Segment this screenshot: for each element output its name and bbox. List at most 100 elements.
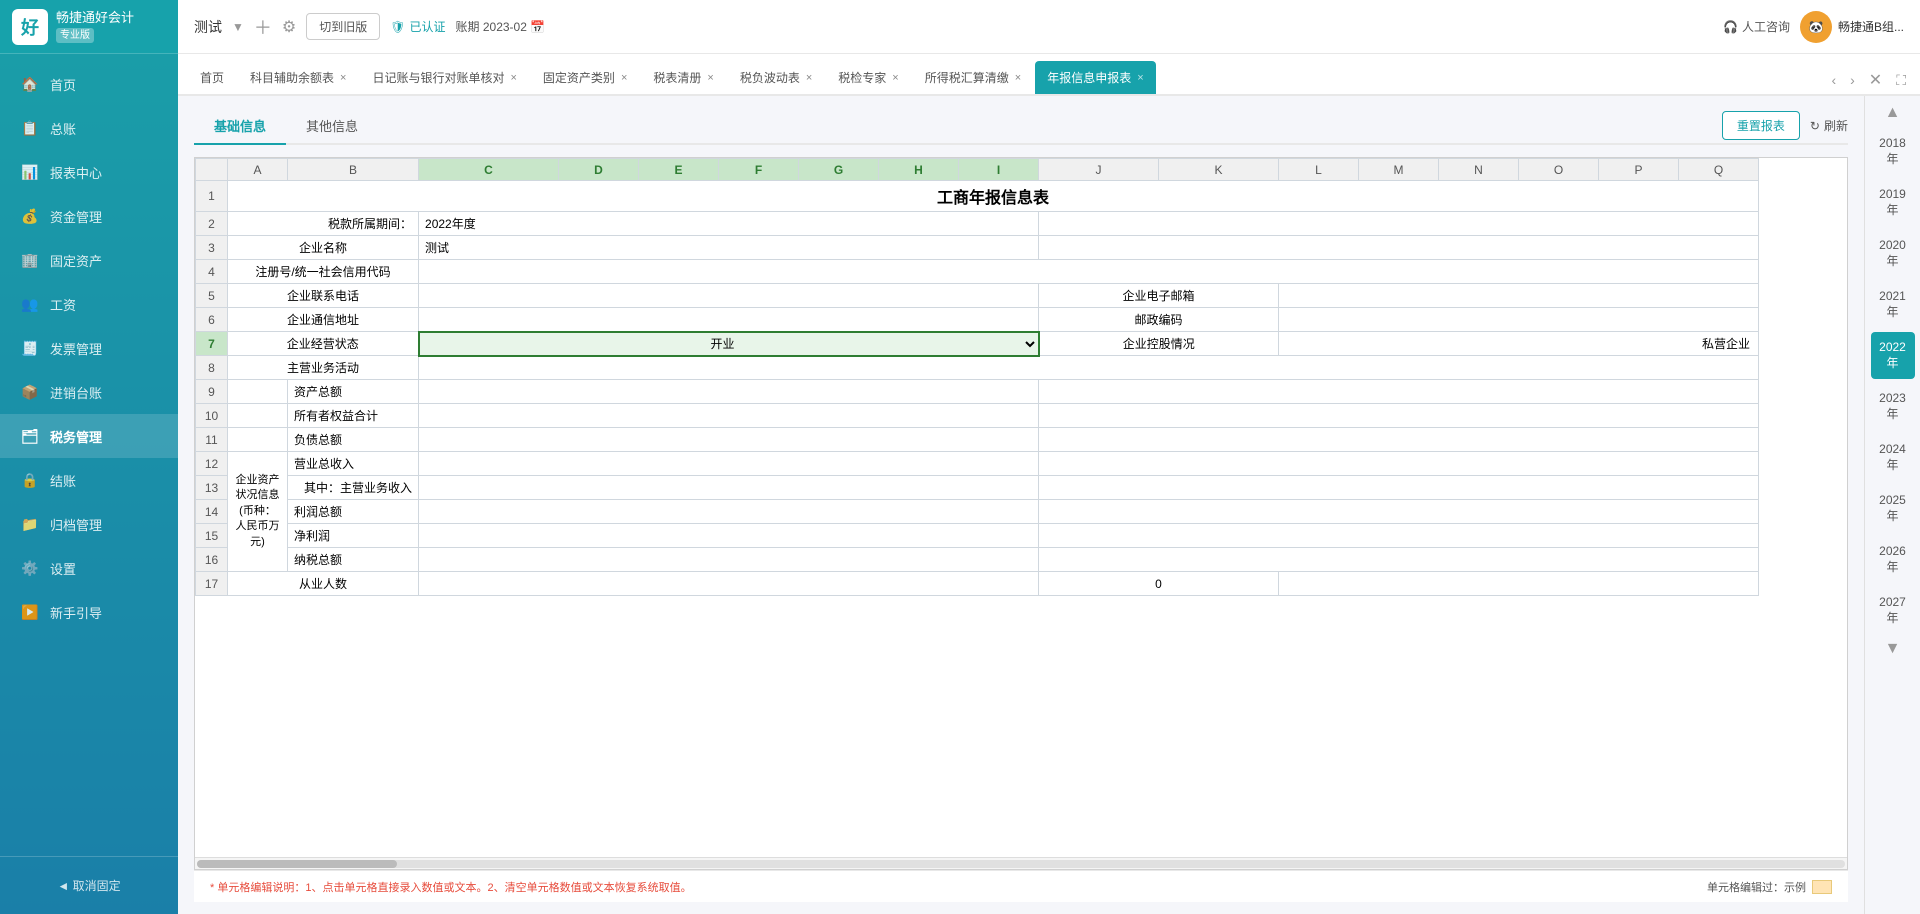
tab-close-4[interactable]: × xyxy=(707,72,713,84)
tab-item-1[interactable]: 科目辅助余额表× xyxy=(238,61,358,96)
cell-3-C[interactable]: 测试 xyxy=(419,236,1039,260)
topbar-dropdown-arrow[interactable]: ▼ xyxy=(232,20,244,34)
cell-7-J[interactable]: 企业控股情况 xyxy=(1039,332,1279,356)
cell-16-B[interactable]: 纳税总额 xyxy=(288,548,419,572)
tab-close-5[interactable]: × xyxy=(806,72,812,84)
year-btn-2021年[interactable]: 2021年 xyxy=(1871,281,1915,328)
cell-11-B[interactable]: 负债总额 xyxy=(288,428,419,452)
cell-10-A[interactable] xyxy=(228,404,288,428)
cell-17-J[interactable]: 0 xyxy=(1039,572,1279,596)
col-header-Q[interactable]: Q xyxy=(1679,159,1759,181)
tab-close-8[interactable]: × xyxy=(1137,72,1143,84)
year-btn-2018年[interactable]: 2018年 xyxy=(1871,128,1915,175)
sidebar-item-funds[interactable]: 💰 资金管理 xyxy=(0,194,178,238)
cell-12-B[interactable]: 营业总收入 xyxy=(288,452,419,476)
col-header-P[interactable]: P xyxy=(1599,159,1679,181)
year-btn-2022年[interactable]: 2022年 xyxy=(1871,332,1915,379)
cell-3-A[interactable]: 企业名称 xyxy=(228,236,419,260)
sidebar-item-settings[interactable]: ⚙️ 设置 xyxy=(0,546,178,590)
cell-17-C[interactable] xyxy=(419,572,1039,596)
cell-17-A[interactable]: 从业人数 xyxy=(228,572,419,596)
sidebar-item-archive[interactable]: 📁 归档管理 xyxy=(0,502,178,546)
year-btn-2027年[interactable]: 2027年 xyxy=(1871,587,1915,634)
tabbar-close-all-btn[interactable]: ✕ xyxy=(1865,66,1886,94)
year-btn-2020年[interactable]: 2020年 xyxy=(1871,230,1915,277)
cell-5-A[interactable]: 企业联系电话 xyxy=(228,284,419,308)
cell-14-C[interactable] xyxy=(419,500,1039,524)
tab-item-8[interactable]: 年报信息申报表× xyxy=(1035,61,1155,96)
topbar-settings-btn[interactable]: ⚙ xyxy=(282,17,296,37)
cell-10-B[interactable]: 所有者权益合计 xyxy=(288,404,419,428)
tab-item-4[interactable]: 税表清册× xyxy=(641,61,725,96)
sidebar-item-guide[interactable]: ▶️ 新手引导 xyxy=(0,590,178,634)
cell-6-A[interactable]: 企业通信地址 xyxy=(228,308,419,332)
tabbar-prev-btn[interactable]: ‹ xyxy=(1827,68,1840,92)
year-down-btn[interactable]: ▼ xyxy=(1881,636,1905,662)
cell-2-C[interactable]: 2022年度 xyxy=(419,212,1039,236)
col-header-K[interactable]: K xyxy=(1159,159,1279,181)
col-header-E[interactable]: E xyxy=(639,159,719,181)
tab-item-6[interactable]: 税检专家× xyxy=(826,61,910,96)
tab-item-3[interactable]: 固定资产类别× xyxy=(531,61,639,96)
sidebar-item-ledger[interactable]: 📋 总账 xyxy=(0,106,178,150)
sidebar-item-reports[interactable]: 📊 报表中心 xyxy=(0,150,178,194)
col-header-F[interactable]: F xyxy=(719,159,799,181)
col-header-H[interactable]: H xyxy=(879,159,959,181)
sidebar-item-invoices[interactable]: 🧾 发票管理 xyxy=(0,326,178,370)
sidebar-item-tax[interactable]: 🗂 税务管理 xyxy=(0,414,178,458)
refresh-btn[interactable]: ↻ 刷新 xyxy=(1810,117,1848,134)
tabbar-expand-btn[interactable]: ⛶ xyxy=(1892,68,1910,93)
cell-6-L[interactable] xyxy=(1279,308,1759,332)
cell-11-J[interactable] xyxy=(1039,428,1759,452)
cell-12-J[interactable] xyxy=(1039,452,1759,476)
cell-4-C[interactable] xyxy=(419,260,1759,284)
cell-9-J[interactable] xyxy=(1039,380,1759,404)
cell-14-J[interactable] xyxy=(1039,500,1759,524)
tab-item-5[interactable]: 税负波动表× xyxy=(728,61,824,96)
cell-10-C[interactable] xyxy=(419,404,1039,428)
cell-8-A[interactable]: 主营业务活动 xyxy=(228,356,419,380)
cell-9-A[interactable] xyxy=(228,380,288,404)
cell-13-C[interactable] xyxy=(419,476,1039,500)
cell-9-C[interactable] xyxy=(419,380,1039,404)
col-header-A[interactable]: A xyxy=(228,159,288,181)
col-header-D[interactable]: D xyxy=(559,159,639,181)
cell-3-J[interactable] xyxy=(1039,236,1759,260)
cell-7-L[interactable]: 私营企业 xyxy=(1279,332,1759,356)
enterprise-status-select[interactable]: 开业 xyxy=(420,336,1038,352)
cell-12-A[interactable]: 企业资产状况信息(币种：人民币万元) xyxy=(228,452,288,572)
sidebar-item-payroll[interactable]: 👥 工资 xyxy=(0,282,178,326)
cell-12-C[interactable] xyxy=(419,452,1039,476)
tab-close-6[interactable]: × xyxy=(892,72,898,84)
hscroll-track[interactable] xyxy=(197,860,1845,868)
col-header-C[interactable]: C xyxy=(419,159,559,181)
cell-16-C[interactable] xyxy=(419,548,1039,572)
tabbar-next-btn[interactable]: › xyxy=(1846,68,1859,92)
tab-close-3[interactable]: × xyxy=(621,72,627,84)
topbar-service-btn[interactable]: 🎧 人工咨询 xyxy=(1723,18,1790,35)
col-header-I[interactable]: I xyxy=(959,159,1039,181)
subtab-other-info[interactable]: 其他信息 xyxy=(286,108,378,145)
cell-13-J[interactable] xyxy=(1039,476,1759,500)
year-btn-2024年[interactable]: 2024年 xyxy=(1871,434,1915,481)
year-up-btn[interactable]: ▲ xyxy=(1881,100,1905,126)
tab-item-2[interactable]: 日记账与银行对账单核对× xyxy=(360,61,528,96)
cell-6-J[interactable]: 邮政编码 xyxy=(1039,308,1279,332)
cell-11-A[interactable] xyxy=(228,428,288,452)
cell-10-J[interactable] xyxy=(1039,404,1759,428)
cell-9-B[interactable]: 资产总额 xyxy=(288,380,419,404)
col-header-N[interactable]: N xyxy=(1439,159,1519,181)
sidebar-item-home[interactable]: 🏠 首页 xyxy=(0,62,178,106)
sidebar-collapse-btn[interactable]: ◄ 取消固定 xyxy=(0,867,178,904)
year-btn-2026年[interactable]: 2026年 xyxy=(1871,536,1915,583)
col-header-J[interactable]: J xyxy=(1039,159,1159,181)
cell-4-A[interactable]: 注册号/统一社会信用代码 xyxy=(228,260,419,284)
col-header-L[interactable]: L xyxy=(1279,159,1359,181)
sidebar-item-inventory[interactable]: 📦 进销台账 xyxy=(0,370,178,414)
cell-5-J[interactable]: 企业电子邮箱 xyxy=(1039,284,1279,308)
cell-5-L[interactable] xyxy=(1279,284,1759,308)
cell-14-B[interactable]: 利润总额 xyxy=(288,500,419,524)
cell-16-J[interactable] xyxy=(1039,548,1759,572)
sheet-title[interactable]: 工商年报信息表 xyxy=(228,181,1759,212)
cell-11-C[interactable] xyxy=(419,428,1039,452)
